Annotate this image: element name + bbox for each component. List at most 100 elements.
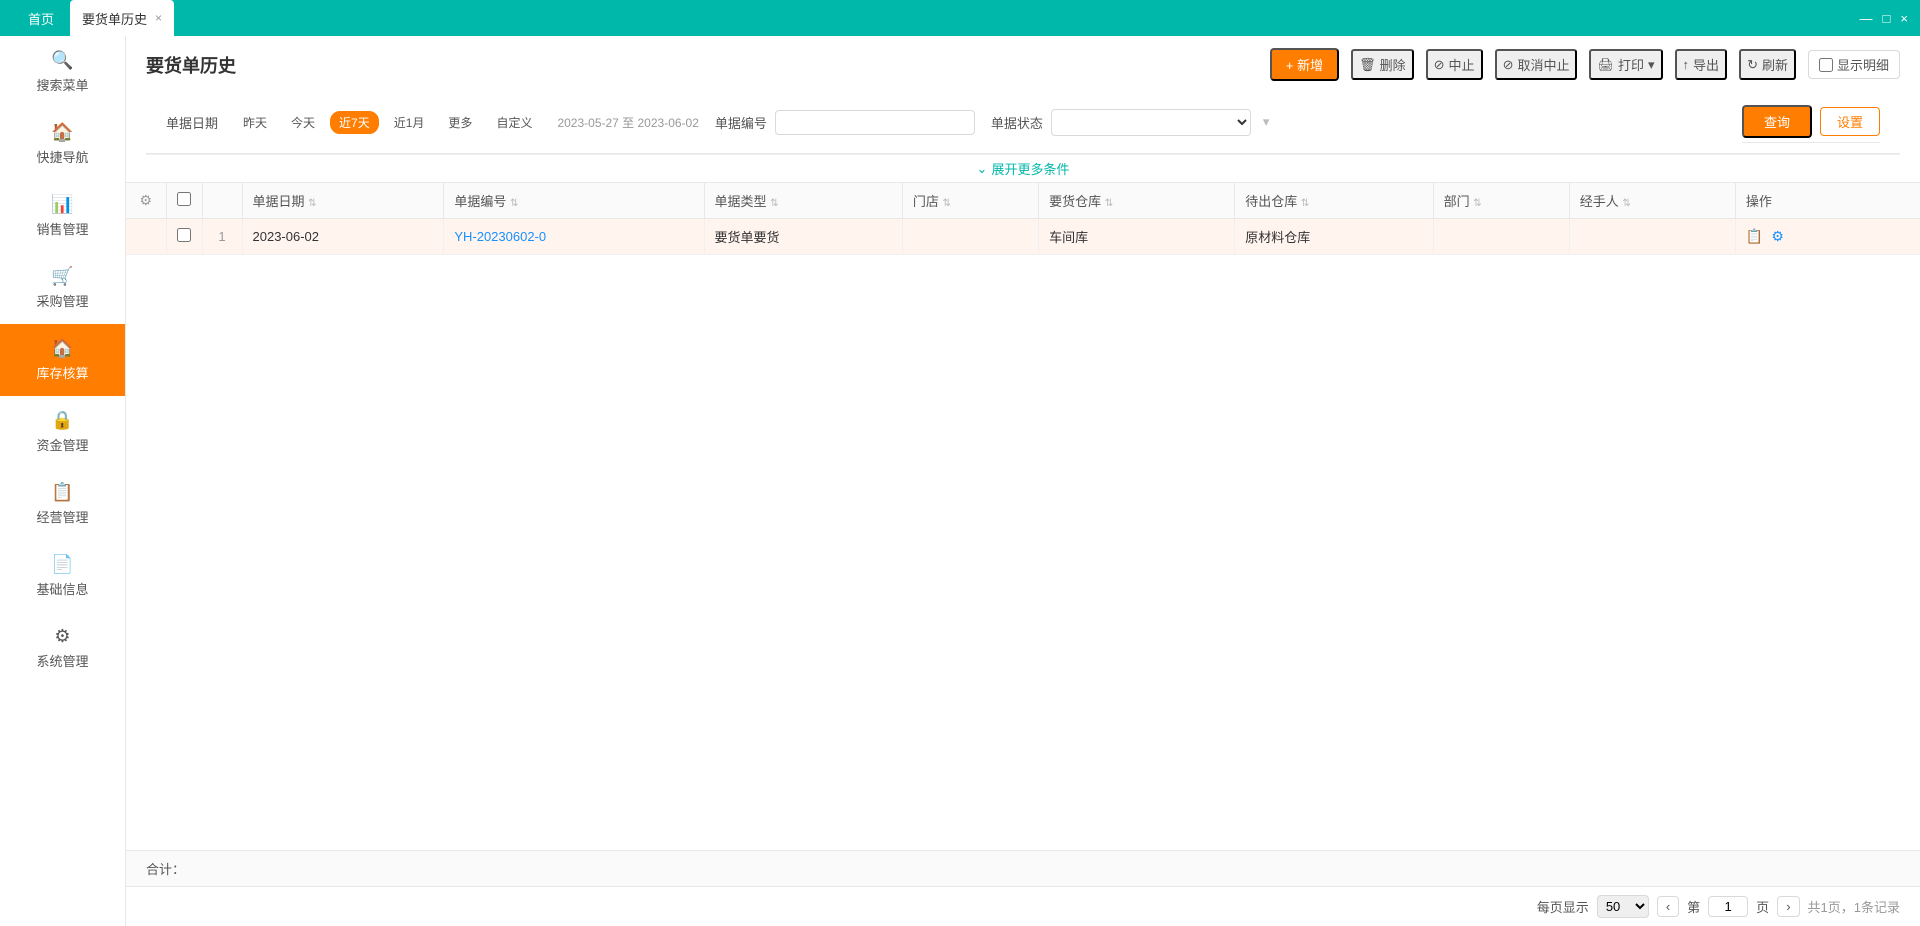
sidebar-item-inventory[interactable]: 🏠 库存核算: [0, 324, 125, 396]
date-filter-label: 单据日期: [166, 113, 218, 132]
wait-warehouse-sort-icon[interactable]: ⇅: [1301, 198, 1309, 209]
cancel-stop-icon: ⊘: [1503, 57, 1514, 73]
select-all-checkbox[interactable]: [177, 192, 191, 206]
order-no-label: 单据编号: [715, 113, 767, 132]
sidebar-item-sales[interactable]: 📊 销售管理: [0, 180, 125, 252]
stop-button[interactable]: ⊘ 中止: [1426, 49, 1483, 80]
req-warehouse-sort-icon[interactable]: ⇅: [1105, 198, 1113, 209]
active-tab-label: 要货单历史: [82, 9, 147, 28]
th-order-no: 单据编号 ⇅: [444, 183, 704, 219]
delete-button[interactable]: 🗑 删除: [1351, 49, 1414, 80]
refresh-icon: ↻: [1747, 57, 1758, 73]
today-btn[interactable]: 今天: [282, 111, 324, 134]
custom-btn[interactable]: 自定义: [487, 111, 541, 134]
order-no-filter: 单据编号: [715, 110, 975, 135]
th-order-type-label: 单据类型: [715, 194, 767, 209]
th-req-warehouse: 要货仓库 ⇅: [1039, 183, 1235, 219]
page-number-input[interactable]: [1708, 896, 1748, 917]
table-body: 1 2023-06-02 YH-20230602-0 要货单要货: [126, 219, 1920, 255]
th-order-no-label: 单据编号: [454, 194, 506, 209]
sidebar-label-quick-nav: 快捷导航: [36, 147, 88, 166]
last7days-btn[interactable]: 近7天: [330, 111, 379, 134]
th-handler: 经手人 ⇅: [1569, 183, 1735, 219]
minimize-icon[interactable]: —: [1860, 11, 1873, 26]
basic-info-icon: 📄: [51, 554, 73, 575]
page-unit-label: 页: [1756, 897, 1769, 916]
more-btn[interactable]: 更多: [439, 111, 481, 134]
sidebar-item-basic-info[interactable]: 📄 基础信息: [0, 540, 125, 612]
sidebar-item-system[interactable]: ⚙ 系统管理: [0, 612, 125, 684]
order-type-sort-icon[interactable]: ⇅: [770, 198, 778, 209]
expand-more-btn[interactable]: ⌄ 展开更多条件: [977, 159, 1070, 178]
filter-row: 单据日期 昨天 今天 近7天 近1月 更多 自定义 2023-05-27 至 2…: [146, 91, 1900, 154]
prev-page-btn[interactable]: ‹: [1657, 896, 1679, 917]
table-header: ⚙ 单据日期 ⇅ 单据编号 ⇅: [126, 183, 1920, 219]
search-menu-icon: 🔍: [51, 50, 73, 71]
th-operation: 操作: [1735, 183, 1920, 219]
yesterday-btn[interactable]: 昨天: [234, 111, 276, 134]
sidebar-label-finance: 资金管理: [36, 435, 88, 454]
purchase-icon: 🛒: [51, 266, 73, 287]
next-page-btn[interactable]: ›: [1777, 896, 1799, 917]
new-button[interactable]: + 新增: [1270, 48, 1339, 81]
inventory-icon: 🏠: [51, 338, 73, 359]
export-button[interactable]: ↑ 导出: [1675, 49, 1728, 80]
th-date: 单据日期 ⇅: [242, 183, 444, 219]
print-dropdown-icon: ▾: [1648, 57, 1655, 73]
row-checkbox[interactable]: [177, 228, 191, 242]
store-sort-icon[interactable]: ⇅: [943, 198, 951, 209]
date-sort-icon[interactable]: ⇅: [308, 198, 316, 209]
column-settings-icon[interactable]: ⚙: [139, 192, 152, 208]
query-button[interactable]: 查询: [1742, 105, 1812, 138]
dept-sort-icon[interactable]: ⇅: [1473, 198, 1481, 209]
order-no-sort-icon[interactable]: ⇅: [510, 198, 518, 209]
td-date: 2023-06-02: [242, 219, 444, 255]
sidebar: 🔍 搜索菜单 🏠 快捷导航 📊 销售管理 🛒 采购管理 🏠 库存核算 🔒 资金管…: [0, 36, 126, 926]
td-order-no: YH-20230602-0: [444, 219, 704, 255]
last1month-btn[interactable]: 近1月: [385, 111, 434, 134]
page-title: 要货单历史: [146, 52, 236, 78]
td-action: 📋 ⚙: [1735, 219, 1920, 255]
sidebar-label-inventory: 库存核算: [36, 363, 88, 382]
refresh-button[interactable]: ↻ 刷新: [1739, 49, 1796, 80]
sidebar-label-operations: 经营管理: [36, 507, 88, 526]
action-icons: 📋 ⚙: [1746, 228, 1910, 245]
window-close-icon[interactable]: ×: [1900, 11, 1908, 26]
th-wait-warehouse: 待出仓库 ⇅: [1235, 183, 1433, 219]
sidebar-item-operations[interactable]: 📋 经营管理: [0, 468, 125, 540]
tab-active[interactable]: 要货单历史 ×: [70, 0, 174, 36]
status-dropdown-icon: ▾: [1263, 114, 1270, 130]
order-no-input[interactable]: [775, 110, 975, 135]
sidebar-label-sales: 销售管理: [36, 219, 88, 238]
pagination: 每页显示 50 100 ‹ 第 页 › 共1页，1条记录: [126, 886, 1920, 926]
date-filter-buttons: 昨天 今天 近7天 近1月 更多 自定义: [234, 111, 541, 134]
handler-sort-icon[interactable]: ⇅: [1622, 198, 1630, 209]
filter-actions: 查询 设置: [1742, 101, 1880, 143]
edit-action-icon[interactable]: ⚙: [1771, 228, 1784, 245]
maximize-icon[interactable]: □: [1883, 11, 1891, 26]
expand-more-row: ⌄ 展开更多条件: [146, 154, 1900, 182]
close-tab-icon[interactable]: ×: [155, 11, 162, 25]
sidebar-item-finance[interactable]: 🔒 资金管理: [0, 396, 125, 468]
sidebar-label-purchase: 采购管理: [36, 291, 88, 310]
sidebar-item-quick-nav[interactable]: 🏠 快捷导航: [0, 108, 125, 180]
status-filter: 单据状态 ▾: [991, 109, 1726, 136]
status-select[interactable]: [1051, 109, 1251, 136]
display-detail-button[interactable]: 显示明细: [1808, 50, 1900, 79]
th-check: [166, 183, 202, 219]
per-page-select[interactable]: 50 100: [1597, 895, 1649, 918]
settings-button[interactable]: 设置: [1820, 107, 1880, 136]
sidebar-label-system: 系统管理: [36, 651, 88, 670]
td-settings: [126, 219, 166, 255]
stop-icon: ⊘: [1434, 57, 1445, 73]
display-detail-checkbox[interactable]: [1819, 58, 1833, 72]
view-action-icon[interactable]: 📋: [1746, 228, 1763, 245]
sidebar-item-purchase[interactable]: 🛒 采购管理: [0, 252, 125, 324]
tab-home[interactable]: 首页: [12, 0, 70, 36]
order-no-link[interactable]: YH-20230602-0: [454, 229, 546, 244]
page-title-row: 要货单历史 + 新增 🗑 删除 ⊘ 中止 ⊘ 取消中止: [146, 48, 1900, 81]
system-icon: ⚙: [54, 626, 70, 647]
cancel-stop-button[interactable]: ⊘ 取消中止: [1495, 49, 1578, 80]
sidebar-item-search-menu[interactable]: 🔍 搜索菜单: [0, 36, 125, 108]
print-button[interactable]: 🖨 打印 ▾: [1589, 49, 1662, 80]
